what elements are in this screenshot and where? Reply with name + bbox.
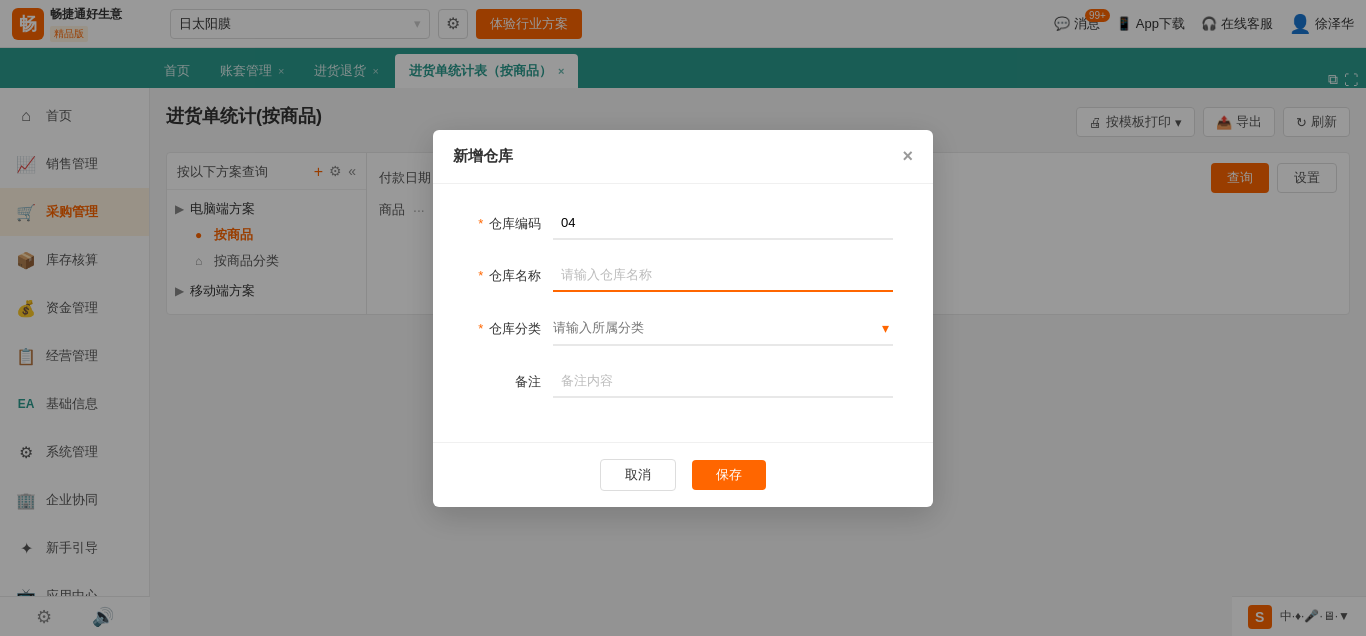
modal-overlay[interactable]: 新增仓库 × * 仓库编码 * 仓库名称 xyxy=(0,0,1366,636)
cancel-button[interactable]: 取消 xyxy=(600,459,676,491)
save-button[interactable]: 保存 xyxy=(692,460,766,490)
dialog-header: 新增仓库 × xyxy=(433,130,933,184)
category-field-row: * 仓库分类 ▾ xyxy=(473,312,893,346)
remark-input[interactable] xyxy=(553,366,893,398)
code-required-mark: * xyxy=(478,216,483,231)
name-input[interactable] xyxy=(553,260,893,292)
add-warehouse-dialog: 新增仓库 × * 仓库编码 * 仓库名称 xyxy=(433,130,933,507)
category-required-mark: * xyxy=(478,321,483,336)
dialog-close-button[interactable]: × xyxy=(902,146,913,167)
code-field-row: * 仓库编码 xyxy=(473,208,893,240)
name-label: * 仓库名称 xyxy=(473,267,553,285)
name-field-row: * 仓库名称 xyxy=(473,260,893,292)
code-input[interactable] xyxy=(553,208,893,240)
code-label: * 仓库编码 xyxy=(473,215,553,233)
name-required-mark: * xyxy=(478,268,483,283)
category-input[interactable] xyxy=(553,312,893,344)
dialog-title: 新增仓库 xyxy=(453,147,513,166)
category-select-wrap: ▾ xyxy=(553,312,893,346)
dialog-body: * 仓库编码 * 仓库名称 * 仓库分类 xyxy=(433,184,933,442)
remark-label: 备注 xyxy=(473,373,553,391)
category-label: * 仓库分类 xyxy=(473,320,553,338)
remark-field-row: 备注 xyxy=(473,366,893,398)
dialog-footer: 取消 保存 xyxy=(433,442,933,507)
